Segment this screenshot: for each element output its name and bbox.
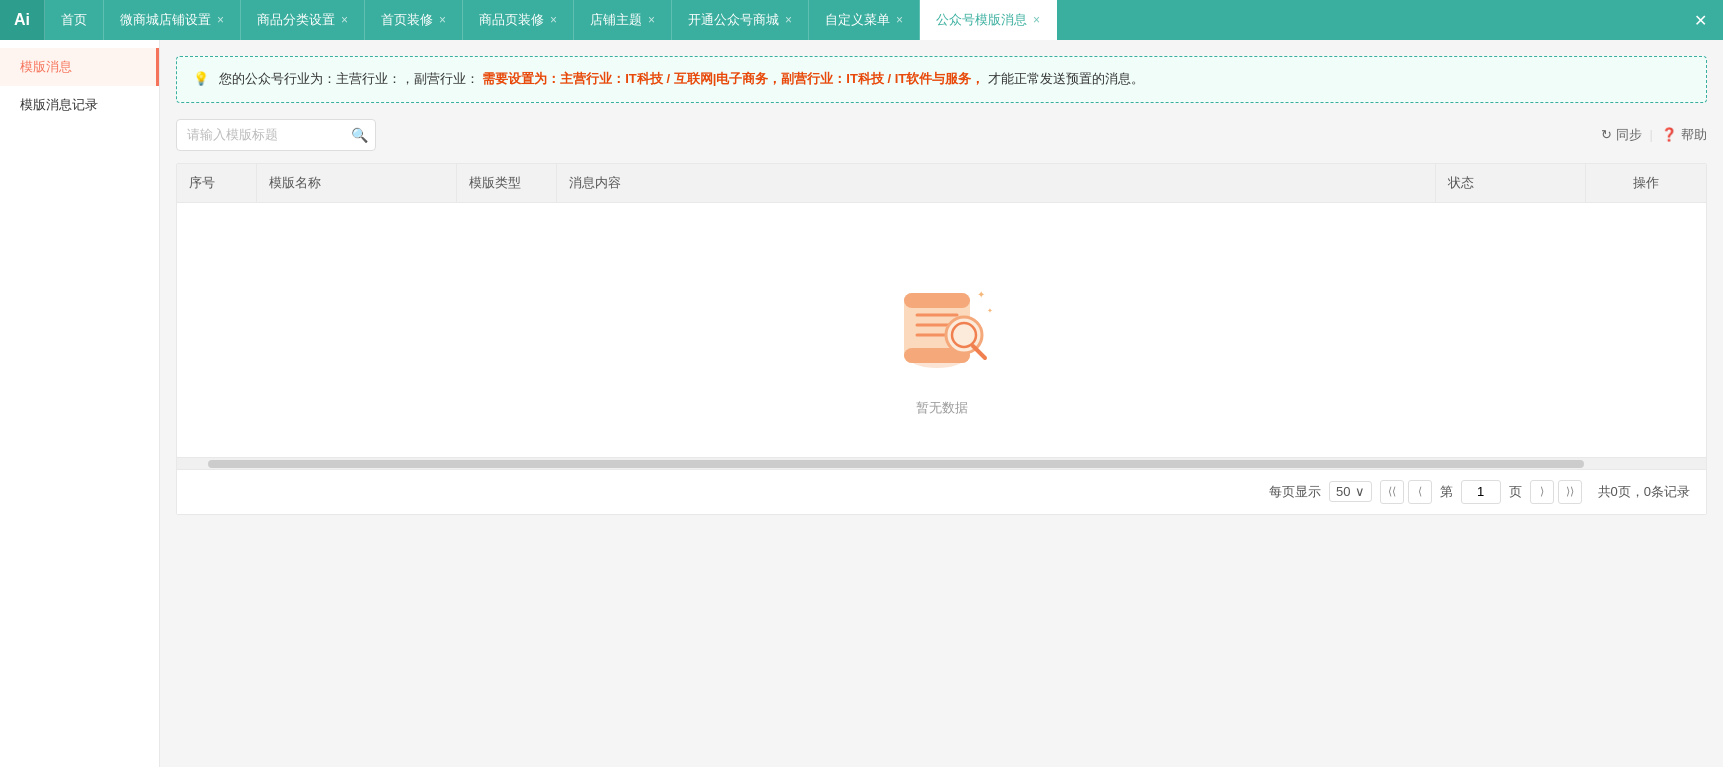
tab-productpage[interactable]: 商品页装修× [463, 0, 574, 40]
tab-menu[interactable]: 自定义菜单× [809, 0, 920, 40]
svg-text:✦: ✦ [977, 289, 985, 300]
notice-highlight: 需要设置为：主营行业：IT科技 / 互联网|电子商务，副营行业：IT科技 / I… [482, 71, 984, 86]
tab-weshop[interactable]: 微商城店铺设置× [104, 0, 241, 40]
main-content: 💡 您的公众号行业为：主营行业：，副营行业： 需要设置为：主营行业：IT科技 /… [160, 40, 1723, 767]
page-size-select[interactable]: 50 ∨ [1329, 481, 1371, 502]
scroll-thumb[interactable] [208, 460, 1584, 468]
table-header: 序号模版名称模版类型消息内容状态操作 [177, 164, 1706, 203]
last-page-button[interactable]: ⟩⟩ [1558, 480, 1582, 504]
sidebar: 模版消息模版消息记录 [0, 40, 160, 767]
sync-label: 同步 [1616, 126, 1642, 144]
empty-illustration: ✦ ✦ [882, 263, 1002, 383]
tabs-container: 首页微商城店铺设置×商品分类设置×首页装修×商品页装修×店铺主题×开通公众号商城… [45, 0, 1057, 40]
help-label: 帮助 [1681, 126, 1707, 144]
tab-home[interactable]: 首页 [45, 0, 104, 40]
tab-close-homepage[interactable]: × [439, 13, 446, 27]
total-records-label: 共0页，0条记录 [1598, 483, 1690, 501]
help-icon: ❓ [1661, 127, 1677, 142]
close-all-button[interactable]: ✕ [1678, 0, 1723, 40]
app-logo: Ai [0, 0, 45, 40]
sync-icon: ↻ [1601, 127, 1612, 142]
search-input[interactable] [176, 119, 376, 151]
tab-close-theme[interactable]: × [648, 13, 655, 27]
col-header-seq: 序号 [177, 164, 257, 202]
tab-close-template[interactable]: × [1033, 13, 1040, 27]
tab-close-menu[interactable]: × [896, 13, 903, 27]
divider: | [1650, 127, 1653, 142]
svg-line-9 [973, 346, 985, 358]
page-prefix-label: 第 [1440, 483, 1453, 501]
first-page-button[interactable]: ⟨⟨ [1380, 480, 1404, 504]
sync-button[interactable]: ↻ 同步 [1601, 126, 1642, 144]
search-right: ↻ 同步 | ❓ 帮助 [1601, 126, 1707, 144]
page-number-input[interactable] [1461, 480, 1501, 504]
empty-text: 暂无数据 [916, 399, 968, 417]
tab-homepage[interactable]: 首页装修× [365, 0, 463, 40]
page-size-label: 每页显示 [1269, 483, 1321, 501]
tab-theme[interactable]: 店铺主题× [574, 0, 672, 40]
empty-state: ✦ ✦ 暂无数据 [177, 203, 1706, 457]
search-bar: 🔍 ↻ 同步 | ❓ 帮助 [176, 119, 1707, 151]
search-button[interactable]: 🔍 [351, 127, 368, 143]
notice-prefix: 您的公众号行业为：主营行业：，副营行业： [219, 71, 479, 86]
search-left: 🔍 [176, 119, 376, 151]
pagination: 每页显示 50 ∨ ⟨⟨ ⟨ 第 页 ⟩ ⟩⟩ 共0页，0条记录 [177, 469, 1706, 514]
tab-close-productpage[interactable]: × [550, 13, 557, 27]
tab-template[interactable]: 公众号模版消息× [920, 0, 1057, 40]
page-unit-label: 页 [1509, 483, 1522, 501]
col-header-type: 模版类型 [457, 164, 557, 202]
sidebar-item-template-msg[interactable]: 模版消息 [0, 48, 159, 86]
page-size-value: 50 [1336, 484, 1350, 499]
pagination-controls: ⟨⟨ ⟨ 第 页 ⟩ ⟩⟩ [1380, 480, 1582, 504]
col-header-action: 操作 [1586, 164, 1706, 202]
col-header-content: 消息内容 [557, 164, 1436, 202]
notice-suffix: 才能正常发送预置的消息。 [988, 71, 1144, 86]
tab-mall[interactable]: 开通公众号商城× [672, 0, 809, 40]
tab-close-mall[interactable]: × [785, 13, 792, 27]
svg-rect-2 [904, 293, 970, 308]
chevron-down-icon: ∨ [1355, 484, 1365, 499]
col-header-status: 状态 [1436, 164, 1586, 202]
horizontal-scrollbar[interactable] [177, 457, 1706, 469]
tab-close-weshop[interactable]: × [217, 13, 224, 27]
notice-banner: 💡 您的公众号行业为：主营行业：，副营行业： 需要设置为：主营行业：IT科技 /… [176, 56, 1707, 103]
next-page-button[interactable]: ⟩ [1530, 480, 1554, 504]
search-input-wrapper: 🔍 [176, 119, 376, 151]
sidebar-item-template-record[interactable]: 模版消息记录 [0, 86, 159, 124]
table-wrapper: 序号模版名称模版类型消息内容状态操作 [176, 163, 1707, 515]
tab-close-category[interactable]: × [341, 13, 348, 27]
prev-page-button[interactable]: ⟨ [1408, 480, 1432, 504]
col-header-name: 模版名称 [257, 164, 457, 202]
notice-icon: 💡 [193, 71, 209, 86]
tab-bar: Ai 首页微商城店铺设置×商品分类设置×首页装修×商品页装修×店铺主题×开通公众… [0, 0, 1723, 40]
help-button[interactable]: ❓ 帮助 [1661, 126, 1707, 144]
tab-category[interactable]: 商品分类设置× [241, 0, 365, 40]
svg-text:✦: ✦ [987, 307, 993, 314]
main-layout: 模版消息模版消息记录 💡 您的公众号行业为：主营行业：，副营行业： 需要设置为：… [0, 40, 1723, 767]
